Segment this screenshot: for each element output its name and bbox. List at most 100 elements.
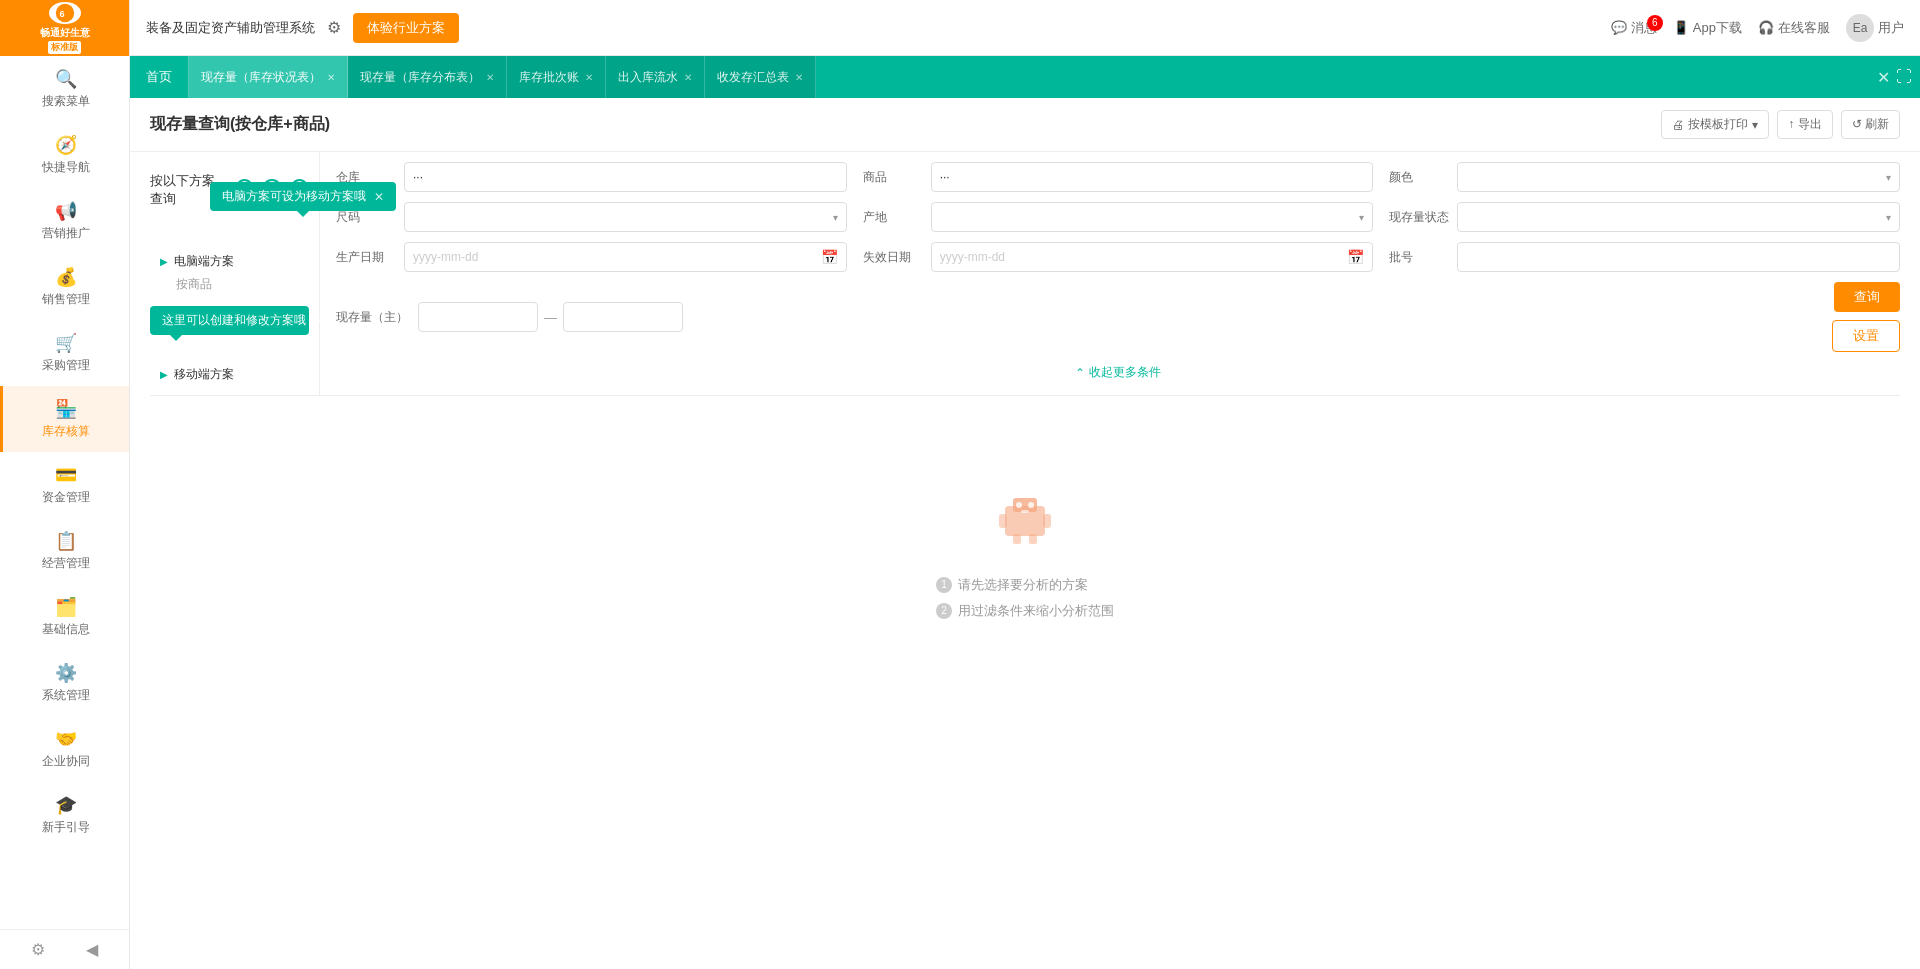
collapse-label: 收起更多条件 bbox=[1089, 364, 1161, 381]
sidebar-item-label-search: 搜索菜单 bbox=[42, 93, 90, 110]
sidebar-item-base[interactable]: 🗂️ 基础信息 bbox=[0, 584, 129, 650]
prod-date-input[interactable]: yyyy-mm-dd 📅 bbox=[404, 242, 847, 272]
sidebar-item-label-inventory: 库存核算 bbox=[42, 423, 90, 440]
prod-date-placeholder: yyyy-mm-dd bbox=[413, 250, 478, 264]
tooltip2-text: 这里可以创建和修改方案哦 bbox=[162, 312, 306, 329]
sales-icon: 💰 bbox=[55, 266, 77, 288]
sidebar-item-label-sales: 销售管理 bbox=[42, 291, 90, 308]
inv-range-from[interactable] bbox=[418, 302, 538, 332]
sidebar-item-system[interactable]: ⚙️ 系统管理 bbox=[0, 650, 129, 716]
export-button[interactable]: ↑ 导出 bbox=[1777, 110, 1832, 139]
notifications-button[interactable]: 💬 消息 6 bbox=[1611, 19, 1657, 37]
tab-close-all-icon[interactable]: ✕ bbox=[1877, 68, 1890, 87]
mobile-arrow-icon: ▶ bbox=[160, 369, 168, 380]
refresh-label: 刷新 bbox=[1865, 117, 1889, 131]
set-button[interactable]: 设置 bbox=[1832, 320, 1900, 352]
tooltip-desktop-scheme: 电脑方案可设为移动方案哦 ✕ bbox=[210, 182, 396, 211]
origin-label: 产地 bbox=[863, 209, 923, 226]
origin-select[interactable]: ▾ bbox=[931, 202, 1374, 232]
sidebar-item-marketing[interactable]: 📢 营销推广 bbox=[0, 188, 129, 254]
base-icon: 🗂️ bbox=[55, 596, 77, 618]
filter-prod-date-row: 生产日期 yyyy-mm-dd 📅 bbox=[336, 242, 847, 272]
tooltip-edit-scheme: 这里可以创建和修改方案哦 ✕ bbox=[150, 306, 309, 335]
tooltip2-close[interactable]: ✕ bbox=[314, 314, 324, 328]
tab-close-inventory-status[interactable]: ✕ bbox=[327, 72, 335, 83]
sidebar-item-enterprise[interactable]: 🤝 企业协同 bbox=[0, 716, 129, 782]
tab-batch-ledger[interactable]: 库存批次账 ✕ bbox=[507, 56, 606, 98]
trial-button[interactable]: 体验行业方案 bbox=[353, 13, 459, 43]
tab-close-summary[interactable]: ✕ bbox=[795, 72, 803, 83]
print-label: 按模板打印 bbox=[1688, 116, 1748, 133]
scheme-column: 按以下方案查询 + ↺ ← 电脑方案可设为移动方案哦 ✕ bbox=[150, 152, 320, 395]
sidebar-item-search[interactable]: 🔍 搜索菜单 bbox=[0, 56, 129, 122]
tab-expand-icon[interactable]: ⛶ bbox=[1896, 68, 1912, 86]
sidebar-item-guide[interactable]: 🎓 新手引导 bbox=[0, 782, 129, 848]
user-menu-button[interactable]: Ea 用户 bbox=[1846, 14, 1904, 42]
exp-date-placeholder: yyyy-mm-dd bbox=[940, 250, 1005, 264]
export-icon: ↑ bbox=[1788, 117, 1794, 131]
filter-size-row: 尺码 ▾ bbox=[336, 202, 847, 232]
inv-main-label: 现存量（主） bbox=[336, 309, 408, 326]
exp-date-label: 失效日期 bbox=[863, 249, 923, 266]
tab-flow[interactable]: 出入库流水 ✕ bbox=[606, 56, 705, 98]
inv-range-to[interactable] bbox=[563, 302, 683, 332]
sidebar-item-quick[interactable]: 🧭 快捷导航 bbox=[0, 122, 129, 188]
sidebar-item-operation[interactable]: 📋 经营管理 bbox=[0, 518, 129, 584]
step2-text: 用过滤条件来缩小分析范围 bbox=[958, 598, 1114, 624]
prod-date-cal-icon[interactable]: 📅 bbox=[821, 249, 838, 265]
warehouse-input[interactable]: ··· bbox=[404, 162, 847, 192]
avatar-text: Ea bbox=[1853, 21, 1868, 35]
collapse-button[interactable]: ⌃ 收起更多条件 bbox=[336, 358, 1900, 387]
sidebar-item-label-operation: 经营管理 bbox=[42, 555, 90, 572]
mobile-scheme-item[interactable]: ▶ 移动端方案 bbox=[160, 363, 309, 386]
logo-icon: 6 bbox=[49, 2, 81, 24]
sidebar-item-finance[interactable]: 💳 资金管理 bbox=[0, 452, 129, 518]
empty-step1: 1 请先选择要分析的方案 bbox=[936, 572, 1114, 598]
size-label: 尺码 bbox=[336, 209, 396, 226]
sidebar-item-sales[interactable]: 💰 销售管理 bbox=[0, 254, 129, 320]
collapse-sidebar-button[interactable]: ◀ bbox=[86, 940, 98, 959]
color-select[interactable]: ▾ bbox=[1457, 162, 1900, 192]
scheme-sub-goods[interactable]: 按商品 bbox=[160, 273, 309, 296]
app-download-button[interactable]: 📱 App下载 bbox=[1673, 19, 1742, 37]
tab-inventory-dist[interactable]: 现存量（库存分布表） ✕ bbox=[348, 56, 507, 98]
tab-close-inventory-dist[interactable]: ✕ bbox=[486, 72, 494, 83]
sidebar-item-purchase[interactable]: 🛒 采购管理 bbox=[0, 320, 129, 386]
sidebar-item-inventory[interactable]: 🏪 库存核算 bbox=[0, 386, 129, 452]
size-select[interactable]: ▾ bbox=[404, 202, 847, 232]
print-icon: 🖨 bbox=[1672, 118, 1684, 132]
page-header: 现存量查询(按仓库+商品) 🖨 按模板打印 ▾ ↑ 导出 ↺ bbox=[130, 98, 1920, 152]
app-download-label: App下载 bbox=[1693, 19, 1742, 37]
tooltip1-close[interactable]: ✕ bbox=[374, 190, 384, 204]
color-chevron: ▾ bbox=[1886, 172, 1891, 183]
goods-input[interactable]: ··· bbox=[931, 162, 1374, 192]
print-button[interactable]: 🖨 按模板打印 ▾ bbox=[1661, 110, 1769, 139]
prod-date-label: 生产日期 bbox=[336, 249, 396, 266]
desktop-scheme-item[interactable]: ▶ 电脑端方案 bbox=[160, 250, 309, 273]
compass-icon: 🧭 bbox=[55, 134, 77, 156]
desktop-scheme-label: 电脑端方案 bbox=[174, 253, 234, 270]
exp-date-input[interactable]: yyyy-mm-dd 📅 bbox=[931, 242, 1374, 272]
tab-close-batch-ledger[interactable]: ✕ bbox=[585, 72, 593, 83]
goods-dots: ··· bbox=[940, 170, 950, 184]
refresh-button[interactable]: ↺ 刷新 bbox=[1841, 110, 1900, 139]
filter-panel: 按以下方案查询 + ↺ ← 电脑方案可设为移动方案哦 ✕ bbox=[130, 152, 1920, 395]
online-support-button[interactable]: 🎧 在线客服 bbox=[1758, 19, 1830, 37]
inv-status-select[interactable]: ▾ bbox=[1457, 202, 1900, 232]
header-settings-icon[interactable]: ⚙ bbox=[327, 18, 341, 37]
filter-color-row: 颜色 ▾ bbox=[1389, 162, 1900, 192]
finance-icon: 💳 bbox=[55, 464, 77, 486]
tab-inventory-status[interactable]: 现存量（库存状况表） ✕ bbox=[189, 56, 348, 98]
tab-close-flow[interactable]: ✕ bbox=[684, 72, 692, 83]
tab-summary[interactable]: 收发存汇总表 ✕ bbox=[705, 56, 816, 98]
scheme-sub-goods-label: 按商品 bbox=[176, 276, 212, 293]
settings-footer-button[interactable]: ⚙ bbox=[31, 940, 45, 959]
batch-input[interactable] bbox=[1457, 242, 1900, 272]
exp-date-cal-icon[interactable]: 📅 bbox=[1347, 249, 1364, 265]
page-title-row: 现存量查询(按仓库+商品) 🖨 按模板打印 ▾ ↑ 导出 ↺ bbox=[150, 110, 1900, 139]
notifications-badge: 6 bbox=[1647, 15, 1663, 31]
tab-home[interactable]: 首页 bbox=[130, 56, 189, 98]
page-title: 现存量查询(按仓库+商品) bbox=[150, 114, 330, 135]
sidebar-nav: 🔍 搜索菜单 🧭 快捷导航 📢 营销推广 💰 销售管理 🛒 采购管理 🏪 库存核… bbox=[0, 56, 129, 929]
search-button[interactable]: 查询 bbox=[1834, 282, 1900, 312]
